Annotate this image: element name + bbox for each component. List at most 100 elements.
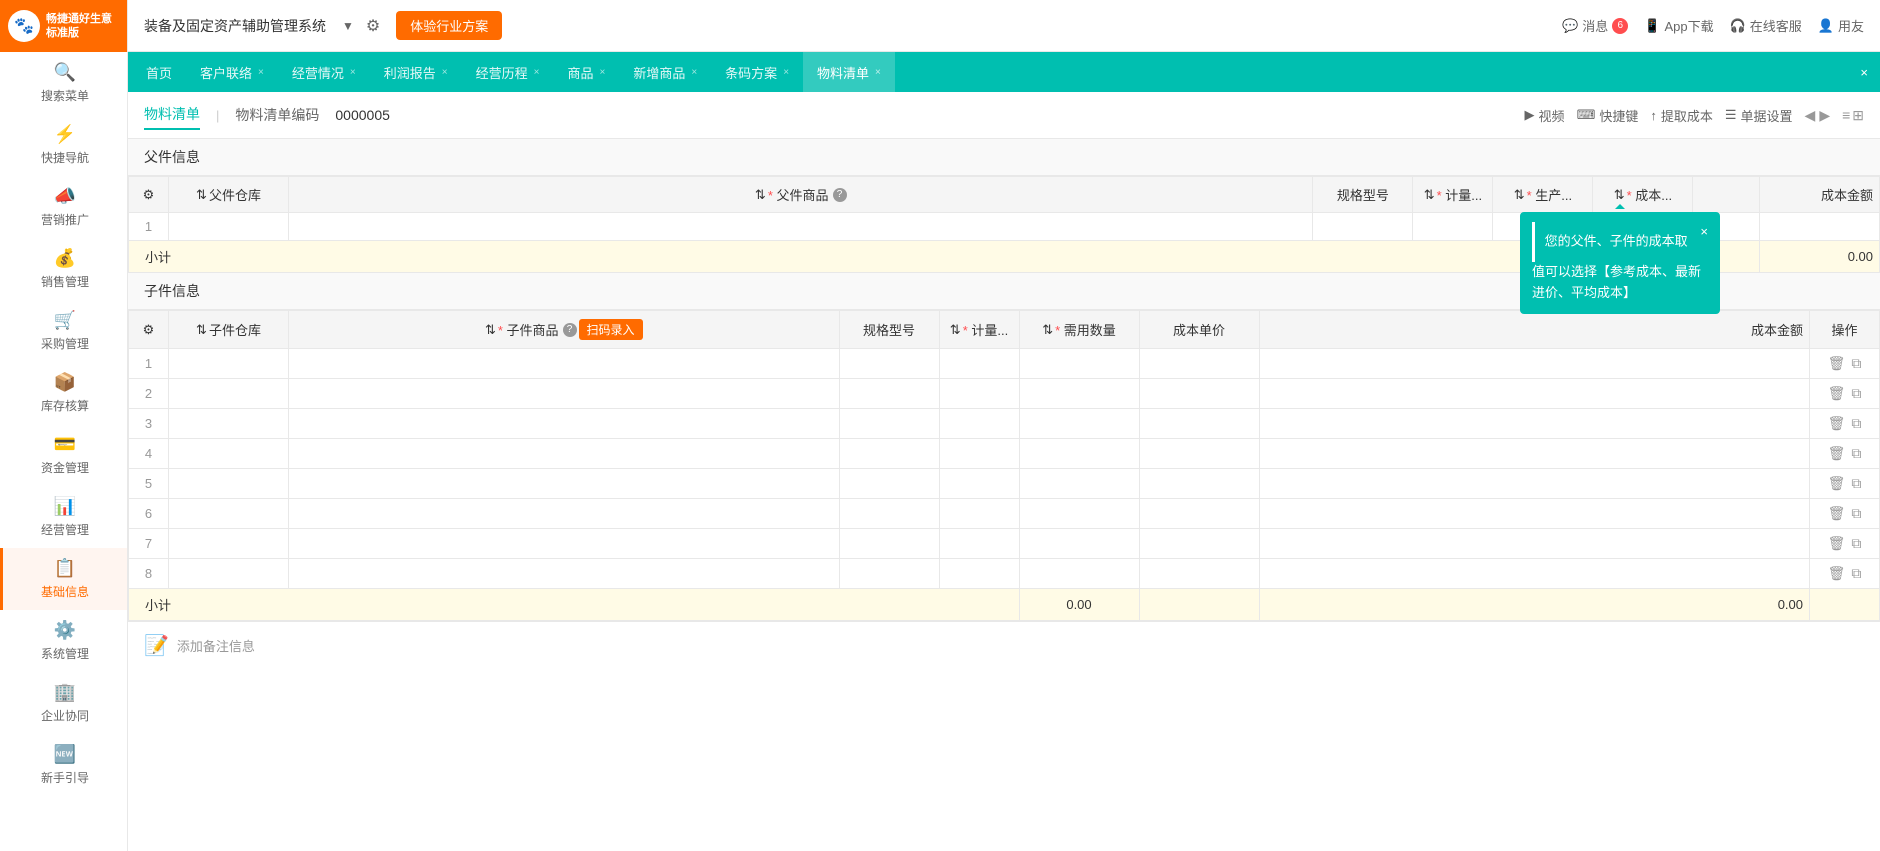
tab-business[interactable]: 经营情况 ×: [278, 52, 370, 92]
copy-icon[interactable]: ⧉: [1851, 385, 1861, 402]
child-unit-cell[interactable]: [939, 499, 1019, 529]
parent-spec-cell[interactable]: [1313, 213, 1413, 241]
single-settings-button[interactable]: ☰ 单据设置: [1725, 106, 1793, 125]
child-unit-cell[interactable]: [939, 349, 1019, 379]
child-spec-cell[interactable]: [839, 529, 939, 559]
tab-products[interactable]: 商品 ×: [553, 52, 619, 92]
child-unit-cost-cell[interactable]: [1139, 349, 1259, 379]
child-product-info-icon[interactable]: ?: [563, 323, 577, 337]
list-view-icon[interactable]: ≡: [1842, 107, 1850, 124]
system-dropdown[interactable]: ▼: [342, 19, 354, 33]
close-tab-bom[interactable]: ×: [875, 67, 881, 78]
sidebar-item-operations[interactable]: 📊 经营管理: [0, 486, 127, 548]
delete-icon[interactable]: 🗑: [1828, 475, 1846, 492]
copy-icon[interactable]: ⧉: [1851, 565, 1861, 582]
tab-bom[interactable]: 物料清单 ×: [803, 52, 895, 92]
sidebar-item-marketing[interactable]: 📣 营销推广: [0, 176, 127, 238]
child-unit-cell[interactable]: [939, 379, 1019, 409]
child-spec-cell[interactable]: [839, 559, 939, 589]
child-warehouse-cell[interactable]: [169, 409, 289, 439]
child-qty-cell[interactable]: [1019, 559, 1139, 589]
sidebar-item-enterprise[interactable]: 🏢 企业协同: [0, 672, 127, 734]
copy-icon[interactable]: ⧉: [1851, 445, 1861, 462]
child-product-cell[interactable]: [289, 379, 840, 409]
view-button[interactable]: ▶ 视频: [1525, 106, 1565, 125]
child-unit-cell[interactable]: [939, 559, 1019, 589]
child-unit-cell[interactable]: [939, 439, 1019, 469]
close-tab-customer[interactable]: ×: [258, 67, 264, 78]
child-qty-cell[interactable]: [1019, 379, 1139, 409]
tab-home[interactable]: 首页: [132, 52, 186, 92]
online-service-button[interactable]: 🎧 在线客服: [1730, 16, 1802, 35]
sidebar-item-basicinfo[interactable]: 📋 基础信息: [0, 548, 127, 610]
child-unit-cell[interactable]: [939, 409, 1019, 439]
child-warehouse-cell[interactable]: [169, 559, 289, 589]
prev-arrow[interactable]: ◀: [1805, 107, 1816, 124]
child-settings-gear-icon[interactable]: ⚙: [143, 322, 155, 337]
next-arrow[interactable]: ▶: [1819, 107, 1830, 124]
child-product-cell[interactable]: [289, 529, 840, 559]
child-spec-cell[interactable]: [839, 439, 939, 469]
grid-view-icon[interactable]: ⊞: [1852, 107, 1864, 124]
close-tab-barcode[interactable]: ×: [783, 67, 789, 78]
child-qty-cell[interactable]: [1019, 349, 1139, 379]
child-spec-cell[interactable]: [839, 499, 939, 529]
child-warehouse-cell[interactable]: [169, 529, 289, 559]
extract-cost-button[interactable]: ↑ 提取成本: [1650, 106, 1713, 125]
child-qty-cell[interactable]: [1019, 529, 1139, 559]
child-unit-cell[interactable]: [939, 529, 1019, 559]
child-qty-cell[interactable]: [1019, 469, 1139, 499]
child-unit-cost-cell[interactable]: [1139, 529, 1259, 559]
child-product-cell[interactable]: [289, 439, 840, 469]
child-unit-cost-cell[interactable]: [1139, 469, 1259, 499]
delete-icon[interactable]: 🗑: [1828, 535, 1846, 552]
sub-tab-bom[interactable]: 物料清单: [144, 100, 200, 130]
child-qty-cell[interactable]: [1019, 439, 1139, 469]
sidebar-item-quicknav[interactable]: ⚡ 快捷导航: [0, 114, 127, 176]
message-button[interactable]: 💬 消息 6: [1562, 16, 1628, 35]
child-warehouse-cell[interactable]: [169, 439, 289, 469]
child-spec-cell[interactable]: [839, 349, 939, 379]
child-unit-cell[interactable]: [939, 469, 1019, 499]
child-unit-cost-cell[interactable]: [1139, 499, 1259, 529]
shortcut-button[interactable]: ⌨ 快捷键: [1577, 106, 1639, 125]
tab-customer[interactable]: 客户联络 ×: [186, 52, 278, 92]
child-product-cell[interactable]: [289, 349, 840, 379]
close-all-tabs[interactable]: ×: [1852, 65, 1876, 80]
child-product-cell[interactable]: [289, 559, 840, 589]
child-product-cell[interactable]: [289, 409, 840, 439]
sidebar-item-finance[interactable]: 💳 资金管理: [0, 424, 127, 486]
parent-unit-cell[interactable]: [1413, 213, 1493, 241]
child-spec-cell[interactable]: [839, 469, 939, 499]
parent-product-cell[interactable]: [289, 213, 1313, 241]
child-spec-cell[interactable]: [839, 379, 939, 409]
user-button[interactable]: 👤 用友: [1818, 16, 1864, 35]
settings-gear-icon[interactable]: ⚙: [143, 187, 155, 202]
child-warehouse-cell[interactable]: [169, 499, 289, 529]
app-download-button[interactable]: 📱 App下载: [1644, 16, 1713, 35]
tab-history[interactable]: 经营历程 ×: [462, 52, 554, 92]
tab-new-product[interactable]: 新增商品 ×: [619, 52, 711, 92]
copy-icon[interactable]: ⧉: [1851, 535, 1861, 552]
sidebar-item-purchase[interactable]: 🛒 采购管理: [0, 300, 127, 362]
sub-tab-code[interactable]: 物料清单编码: [235, 101, 319, 129]
delete-icon[interactable]: 🗑: [1828, 355, 1846, 372]
child-warehouse-cell[interactable]: [169, 379, 289, 409]
add-note-text[interactable]: 添加备注信息: [177, 636, 255, 655]
trial-button[interactable]: 体验行业方案: [396, 11, 502, 40]
sidebar-item-guide[interactable]: 🆕 新手引导: [0, 734, 127, 796]
sidebar-item-search[interactable]: 🔍 搜索菜单: [0, 52, 127, 114]
copy-icon[interactable]: ⧉: [1851, 355, 1861, 372]
delete-icon[interactable]: 🗑: [1828, 565, 1846, 582]
product-info-icon[interactable]: ?: [833, 188, 847, 202]
close-tab-profit[interactable]: ×: [442, 67, 448, 78]
copy-icon[interactable]: ⧉: [1851, 475, 1861, 492]
delete-icon[interactable]: 🗑: [1828, 445, 1846, 462]
sidebar-item-system[interactable]: ⚙️ 系统管理: [0, 610, 127, 672]
copy-icon[interactable]: ⧉: [1851, 415, 1861, 432]
sidebar-item-inventory[interactable]: 📦 库存核算: [0, 362, 127, 424]
parent-warehouse-cell[interactable]: [169, 213, 289, 241]
tab-profit[interactable]: 利润报告 ×: [370, 52, 462, 92]
scan-button[interactable]: 扫码录入: [579, 319, 643, 340]
close-tab-new-product[interactable]: ×: [691, 67, 697, 78]
